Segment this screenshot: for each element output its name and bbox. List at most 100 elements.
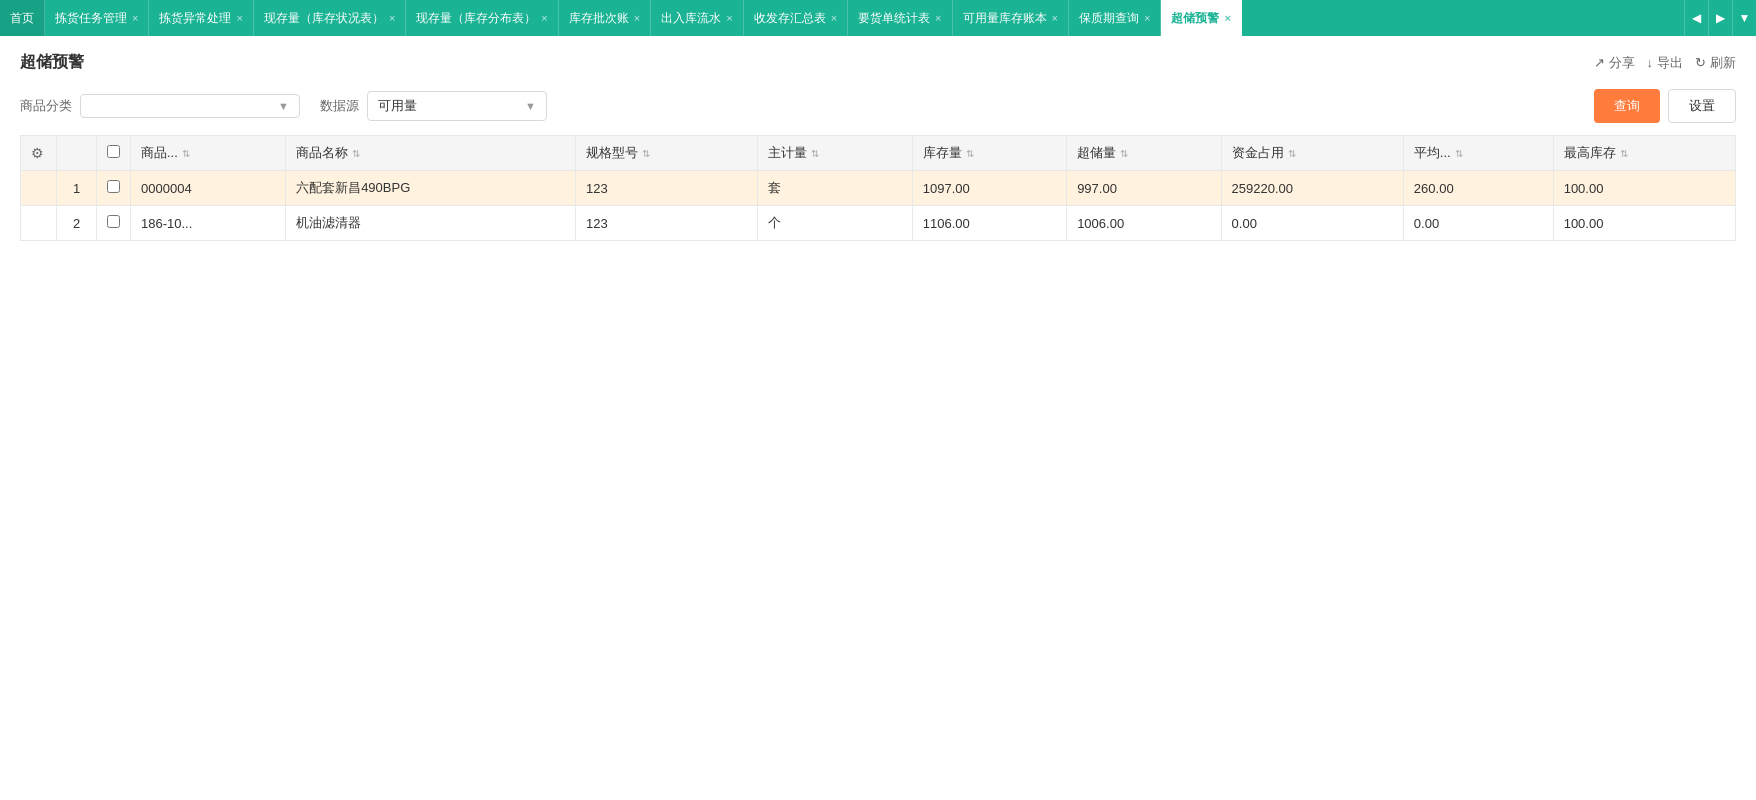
table-header-row: ⚙ 商品... ⇅ 商品名称 ⇅ [21,136,1736,171]
sort-icon-product-code: ⇅ [182,148,190,159]
row-capital: 259220.00 [1221,171,1403,206]
th-max-stock[interactable]: 最高库存 ⇅ [1553,136,1735,171]
sort-max-stock[interactable]: 最高库存 ⇅ [1564,144,1628,162]
nav-item-stock-status[interactable]: 现存量（库存状况表） × [254,0,406,36]
top-navigation: 首页 拣货任务管理 × 拣货异常处理 × 现存量（库存状况表） × 现存量（库存… [0,0,1756,36]
sort-icon-unit: ⇅ [811,148,819,159]
row-avg: 260.00 [1403,171,1553,206]
row-num: 1 [57,171,97,206]
nav-close-stock-dist[interactable]: × [541,12,547,24]
category-filter: 商品分类 ▼ [20,94,300,118]
share-button[interactable]: ↗ 分享 [1594,54,1635,72]
nav-item-requisition[interactable]: 要货单统计表 × [848,0,952,36]
nav-close-stock-status[interactable]: × [389,12,395,24]
nav-close-summary[interactable]: × [831,12,837,24]
th-spec[interactable]: 规格型号 ⇅ [576,136,758,171]
sort-icon-max-stock: ⇅ [1620,148,1628,159]
row-spec: 123 [576,171,758,206]
refresh-button[interactable]: ↻ 刷新 [1695,54,1736,72]
row-product-name: 机油滤清器 [286,206,576,241]
export-icon: ↓ [1647,55,1654,70]
export-button[interactable]: ↓ 导出 [1647,54,1684,72]
nav-item-batch[interactable]: 库存批次账 × [559,0,651,36]
sort-overstock[interactable]: 超储量 ⇅ [1077,144,1128,162]
th-avg[interactable]: 平均... ⇅ [1403,136,1553,171]
nav-close-exception[interactable]: × [236,12,242,24]
sort-product-code[interactable]: 商品... ⇅ [141,144,190,162]
datasource-chevron-icon: ▼ [525,100,536,112]
row-unit: 套 [758,171,912,206]
nav-close-expiry[interactable]: × [1144,12,1150,24]
datasource-label: 数据源 [320,97,359,115]
nav-item-available[interactable]: 可用量库存账本 × [953,0,1069,36]
row-stock: 1106.00 [912,206,1066,241]
row-settings-cell [21,171,57,206]
nav-item-exception[interactable]: 拣货异常处理 × [149,0,253,36]
row-product-code: 0000004 [131,171,286,206]
table-row[interactable]: 1 0000004 六配套新昌490BPG 123 套 1097.00 997.… [21,171,1736,206]
nav-item-flow[interactable]: 出入库流水 × [651,0,743,36]
query-button[interactable]: 查询 [1594,89,1660,123]
nav-item-home[interactable]: 首页 [0,0,45,36]
filter-buttons: 查询 设置 [1594,89,1736,123]
th-capital[interactable]: 资金占用 ⇅ [1221,136,1403,171]
row-unit: 个 [758,206,912,241]
nav-item-stock-dist[interactable]: 现存量（库存分布表） × [406,0,558,36]
table-row[interactable]: 2 186-10... 机油滤清器 123 个 1106.00 1006.00 … [21,206,1736,241]
sort-avg[interactable]: 平均... ⇅ [1414,144,1463,162]
nav-close-task[interactable]: × [132,12,138,24]
sort-capital[interactable]: 资金占用 ⇅ [1232,144,1296,162]
nav-close-overstock[interactable]: × [1224,12,1230,24]
sort-icon-stock: ⇅ [966,148,974,159]
th-overstock[interactable]: 超储量 ⇅ [1067,136,1221,171]
nav-arrows: ◀ ▶ ▼ [1684,0,1756,36]
nav-close-flow[interactable]: × [726,12,732,24]
sort-icon-product-name: ⇅ [352,148,360,159]
sort-unit[interactable]: 主计量 ⇅ [768,144,819,162]
nav-menu-button[interactable]: ▼ [1732,0,1756,36]
nav-item-expiry[interactable]: 保质期查询 × [1069,0,1161,36]
row-max-stock: 100.00 [1553,206,1735,241]
nav-prev-button[interactable]: ◀ [1684,0,1708,36]
select-all-checkbox[interactable] [107,145,120,158]
row-overstock: 1006.00 [1067,206,1221,241]
row-check[interactable] [97,171,131,206]
sort-stock[interactable]: 库存量 ⇅ [923,144,974,162]
category-select[interactable]: ▼ [80,94,300,118]
row-capital: 0.00 [1221,206,1403,241]
nav-item-summary[interactable]: 收发存汇总表 × [744,0,848,36]
th-product-code[interactable]: 商品... ⇅ [131,136,286,171]
table-body: 1 0000004 六配套新昌490BPG 123 套 1097.00 997.… [21,171,1736,241]
row-checkbox[interactable] [107,215,120,228]
row-num: 2 [57,206,97,241]
th-settings: ⚙ [21,136,57,171]
row-product-name: 六配套新昌490BPG [286,171,576,206]
nav-close-batch[interactable]: × [634,12,640,24]
page-title: 超储预警 [20,52,84,73]
nav-close-requisition[interactable]: × [935,12,941,24]
category-label: 商品分类 [20,97,72,115]
sort-icon-avg: ⇅ [1455,148,1463,159]
row-spec: 123 [576,206,758,241]
th-stock[interactable]: 库存量 ⇅ [912,136,1066,171]
sort-icon-spec: ⇅ [642,148,650,159]
row-avg: 0.00 [1403,206,1553,241]
row-settings-cell [21,206,57,241]
nav-item-task[interactable]: 拣货任务管理 × [45,0,149,36]
th-unit[interactable]: 主计量 ⇅ [758,136,912,171]
sort-icon-capital: ⇅ [1288,148,1296,159]
row-checkbox[interactable] [107,180,120,193]
nav-next-button[interactable]: ▶ [1708,0,1732,36]
refresh-icon: ↻ [1695,55,1706,70]
main-content: 超储预警 ↗ 分享 ↓ 导出 ↻ 刷新 商品分类 ▼ 数据源 [0,36,1756,800]
sort-spec[interactable]: 规格型号 ⇅ [586,144,650,162]
page-header: 超储预警 ↗ 分享 ↓ 导出 ↻ 刷新 [20,52,1736,73]
column-settings-icon[interactable]: ⚙ [31,145,44,161]
nav-item-overstock[interactable]: 超储预警 × [1161,0,1241,36]
nav-close-available[interactable]: × [1052,12,1058,24]
row-check[interactable] [97,206,131,241]
datasource-select[interactable]: 可用量 ▼ [367,91,547,121]
sort-product-name[interactable]: 商品名称 ⇅ [296,144,360,162]
th-product-name[interactable]: 商品名称 ⇅ [286,136,576,171]
settings-button[interactable]: 设置 [1668,89,1736,123]
